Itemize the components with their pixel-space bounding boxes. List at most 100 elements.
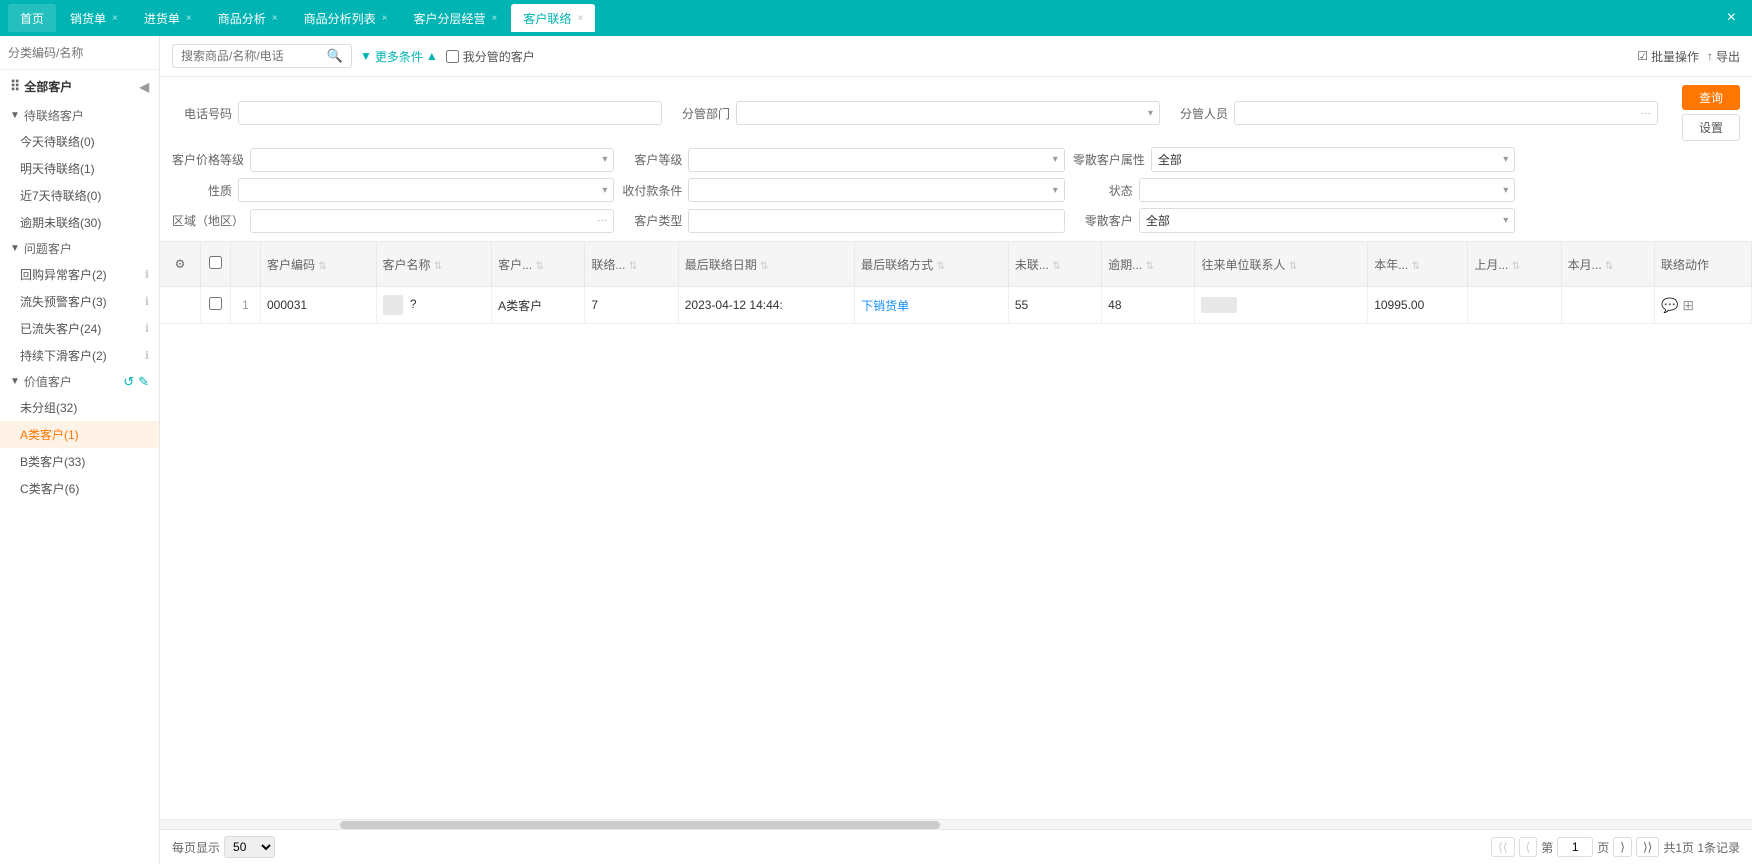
filter-retail-select[interactable]: 全部 ▾ — [1139, 208, 1515, 233]
tab-purchase-close[interactable]: × — [186, 13, 192, 24]
sidebar-item-overdue[interactable]: 逾期未联络(30) — [0, 209, 159, 236]
sidebar-item-class-c[interactable]: C类客户(6) — [0, 475, 159, 502]
info-icon2: ℹ — [145, 295, 149, 308]
row-code: 000031 — [261, 287, 377, 324]
row-checkbox[interactable] — [209, 297, 222, 310]
tab-home[interactable]: 首页 — [8, 4, 56, 32]
sidebar-item-class-b[interactable]: B类客户(33) — [0, 448, 159, 475]
first-page-btn[interactable]: ⟨⟨ — [1491, 837, 1514, 857]
scrollbar-thumb[interactable] — [340, 821, 940, 829]
prev-page-btn[interactable]: ⟨ — [1519, 837, 1538, 857]
filter-retail-attr-label: 零散客户属性 — [1073, 151, 1145, 168]
last-method-link[interactable]: 下销货单 — [861, 299, 909, 313]
row-this-year: 10995.00 — [1368, 287, 1468, 324]
filter-region: 区域（地区） ··· — [172, 209, 614, 233]
tab-purchase[interactable]: 进货单 × — [132, 4, 204, 32]
arrow-down-icon: ▼ — [10, 110, 20, 121]
filter-region-input[interactable]: ··· — [250, 209, 614, 233]
filter-search-input[interactable] — [181, 49, 323, 63]
sort-type-icon[interactable]: ⇅ — [535, 261, 543, 272]
filter-manager-input[interactable]: ··· — [1234, 101, 1658, 125]
sidebar-item-abnormal[interactable]: 回购异常客户(2) ℹ — [0, 261, 159, 288]
sort-method-icon[interactable]: ⇅ — [937, 261, 945, 272]
filter-price-grade-select[interactable]: ▾ — [250, 148, 614, 172]
filter-dept-select[interactable]: ▾ — [736, 101, 1160, 125]
table-row: 1 000031 ? A类客户 7 2023-04-12 14:44: 下销货单… — [160, 287, 1752, 324]
pagination-bar: 每页显示 50 100 200 ⟨⟨ ⟨ 第 页 ⟩ ⟩⟩ 共1页 1条记录 — [160, 829, 1752, 864]
sort-overdue-icon[interactable]: ⇅ — [1146, 261, 1154, 272]
export-btn[interactable]: ↑ 导出 — [1707, 48, 1740, 65]
sidebar-group-value[interactable]: ▼ 价值客户 ↺ ✎ — [0, 369, 159, 394]
filter-manager: 分管人员 ··· — [1168, 101, 1658, 125]
sidebar-item-unclassified[interactable]: 未分组(32) — [0, 394, 159, 421]
col-no-contact: 未联... ⇅ — [1008, 242, 1101, 287]
filter-phone: 电话号码 — [172, 101, 662, 125]
row-overdue: 48 — [1102, 287, 1195, 324]
filter-customer-grade-select[interactable]: ▾ — [688, 148, 1064, 172]
sort-date-icon[interactable]: ⇅ — [760, 261, 768, 272]
tab-goods-list[interactable]: 商品分析列表 × — [292, 4, 400, 32]
refresh-icon[interactable]: ↺ — [123, 374, 134, 390]
filter-search-icon[interactable]: 🔍 — [327, 48, 343, 64]
horizontal-scrollbar[interactable] — [160, 819, 1752, 829]
filter-bar: 🔍 ▼ 更多条件 ▲ 我分管的客户 ☑ 批量操作 ↑ 导出 — [160, 36, 1752, 77]
sidebar-group-pending[interactable]: ▼ 待联络客户 — [0, 103, 159, 128]
sidebar-item-churn-warning[interactable]: 流失预警客户(3) ℹ — [0, 288, 159, 315]
sort-thismonth-icon[interactable]: ⇅ — [1605, 261, 1613, 272]
sort-lastmonth-icon[interactable]: ⇅ — [1512, 261, 1520, 272]
filter-nature-select[interactable]: ▾ — [238, 178, 614, 202]
sidebar-collapse-icon[interactable]: ◀ — [140, 80, 149, 94]
query-btn[interactable]: 查询 — [1682, 85, 1740, 110]
sidebar-item-class-a[interactable]: A类客户(1) — [0, 421, 159, 448]
sidebar-item-today[interactable]: 今天待联络(0) — [0, 128, 159, 155]
sort-company-icon[interactable]: ⇅ — [1289, 261, 1297, 272]
window-close[interactable]: × — [1719, 9, 1744, 27]
more-conditions-btn[interactable]: ▼ 更多条件 ▲ — [360, 48, 438, 65]
sort-year-icon[interactable]: ⇅ — [1412, 261, 1420, 272]
sidebar-item-7days[interactable]: 近7天待联络(0) — [0, 182, 159, 209]
sort-contact-icon[interactable]: ⇅ — [629, 261, 637, 272]
edit-icon[interactable]: ✎ — [138, 374, 149, 390]
tab-customer-layer[interactable]: 客户分层经营 × — [401, 4, 509, 32]
filter-customer-type-input[interactable] — [688, 209, 1064, 233]
filter-payment-select[interactable]: ▾ — [688, 178, 1064, 202]
row-last-date: 2023-04-12 14:44: — [678, 287, 854, 324]
caret-down-icon3: ▾ — [1053, 154, 1058, 165]
batch-op-label: 批量操作 — [1651, 48, 1699, 65]
filter-retail-attr-select[interactable]: 全部 ▾ — [1151, 147, 1515, 172]
sidebar-item-churned[interactable]: 已流失客户(24) ℹ — [0, 315, 159, 342]
filter-phone-input[interactable] — [238, 101, 662, 125]
page-input[interactable] — [1557, 837, 1593, 857]
chat-icon[interactable]: 💬 — [1661, 297, 1678, 314]
tab-customer-contact-close[interactable]: × — [577, 13, 583, 24]
sidebar-item-tomorrow[interactable]: 明天待联络(1) — [0, 155, 159, 182]
select-all-checkbox[interactable] — [209, 256, 222, 269]
sort-code-icon[interactable]: ⇅ — [318, 261, 326, 272]
sidebar-group-problem[interactable]: ▼ 问题客户 — [0, 236, 159, 261]
tab-sales[interactable]: 销货单 × — [58, 4, 130, 32]
settings-btn[interactable]: 设置 — [1682, 114, 1740, 141]
table-settings-icon[interactable]: ⚙ — [166, 250, 194, 278]
tab-goods-analysis-close[interactable]: × — [272, 13, 278, 24]
my-customers-toggle[interactable]: 我分管的客户 — [446, 48, 535, 65]
sidebar-search-input[interactable] — [8, 46, 160, 60]
tab-sales-close[interactable]: × — [112, 13, 118, 24]
main-layout: 🔍 ⠿ 全部客户 ◀ ▼ 待联络客户 今天待联络(0) 明天待联络(1) 近7天… — [0, 36, 1752, 864]
next-page-btn[interactable]: ⟩ — [1613, 837, 1632, 857]
filter-status-select[interactable]: ▾ — [1139, 178, 1515, 202]
tab-goods-analysis[interactable]: 商品分析 × — [206, 4, 290, 32]
batch-op-btn[interactable]: ☑ 批量操作 — [1637, 48, 1699, 65]
sidebar-item-declining[interactable]: 持续下滑客户(2) ℹ — [0, 342, 159, 369]
per-page-select[interactable]: 50 100 200 — [224, 836, 275, 858]
tab-customer-layer-close[interactable]: × — [491, 13, 497, 24]
tab-customer-contact[interactable]: 客户联络 × — [511, 4, 595, 32]
col-this-year: 本年... ⇅ — [1368, 242, 1468, 287]
row-name[interactable]: ? — [376, 287, 492, 324]
sort-nocontact-icon[interactable]: ⇅ — [1052, 261, 1060, 272]
tab-goods-list-close[interactable]: × — [382, 13, 388, 24]
qr-icon[interactable]: ⊞ — [1682, 297, 1694, 314]
sidebar-root-label[interactable]: 全部客户 — [24, 78, 72, 95]
sort-name-icon[interactable]: ⇅ — [434, 261, 442, 272]
last-page-btn[interactable]: ⟩⟩ — [1636, 837, 1659, 857]
my-customers-checkbox[interactable] — [446, 50, 459, 63]
